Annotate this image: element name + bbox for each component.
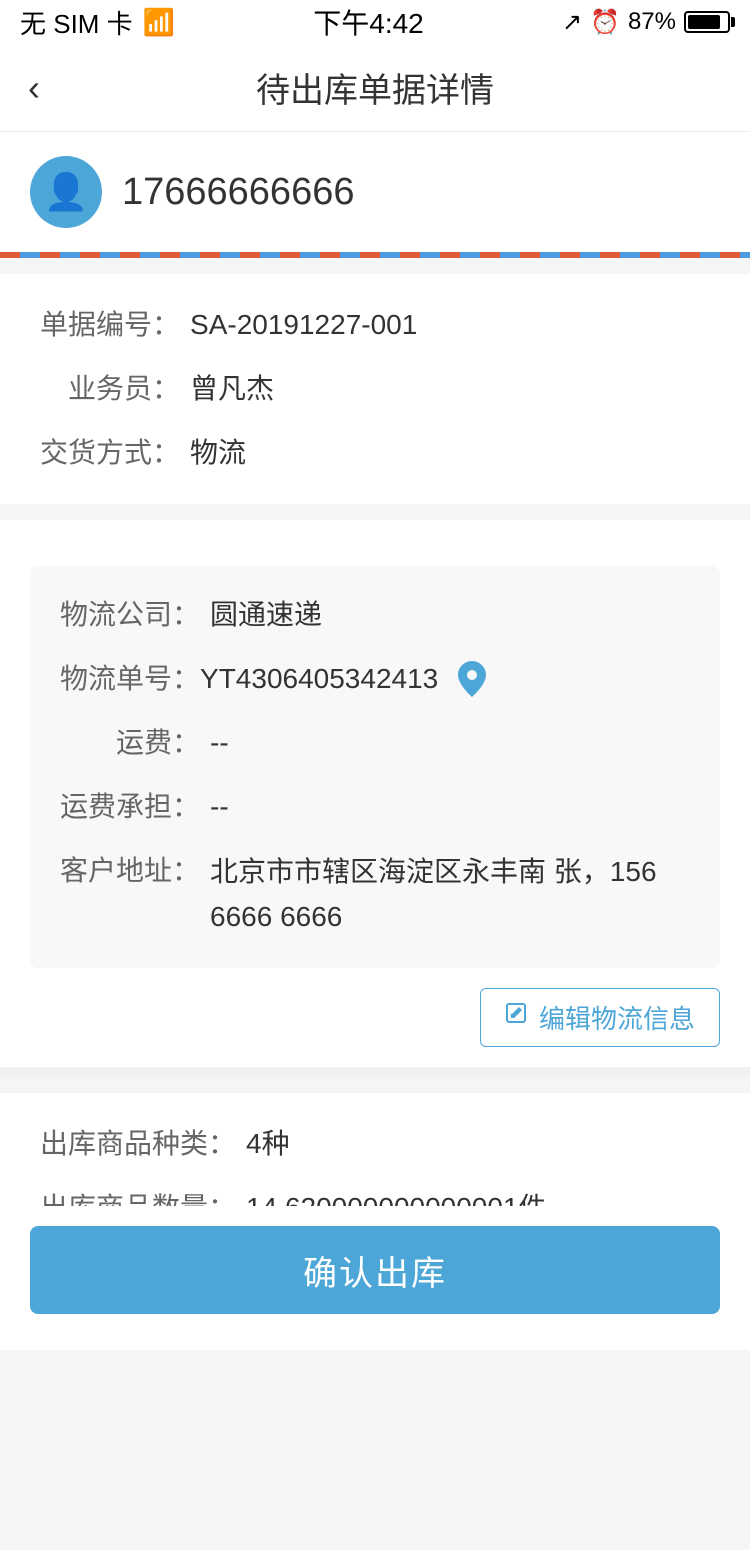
- alarm-icon: ⏰: [590, 8, 620, 37]
- logistics-company-label: 物流公司：: [60, 594, 200, 636]
- freight-label: 运费：: [60, 722, 200, 764]
- wifi-icon: 📶: [143, 7, 175, 38]
- location-icon: ↗: [562, 8, 582, 37]
- status-left: 无 SIM 卡 📶: [20, 4, 175, 41]
- user-header: 👤 17666666666: [0, 132, 750, 252]
- freight-bearer-label: 运费承担：: [60, 786, 200, 828]
- back-button[interactable]: ‹: [28, 67, 40, 109]
- edit-logistics-button[interactable]: 编辑物流信息: [480, 988, 720, 1047]
- item-types-label: 出库商品种类：: [40, 1123, 236, 1165]
- address-label: 客户地址：: [60, 850, 200, 892]
- battery-percentage: 87%: [628, 8, 676, 36]
- tracking-number: YT4306405342413: [200, 658, 438, 700]
- battery-fill: [688, 15, 720, 29]
- dashed-divider: [0, 252, 750, 258]
- confirm-stock-out-button[interactable]: 确认出库: [30, 1226, 720, 1314]
- confirm-btn-area: 确认出库: [0, 1206, 750, 1334]
- edit-btn-row: 编辑物流信息: [30, 968, 720, 1057]
- tracking-row: 物流单号： YT4306405342413: [60, 658, 690, 700]
- freight-bearer-value: --: [210, 786, 690, 828]
- map-pin-icon[interactable]: [454, 661, 490, 697]
- section-separator: [0, 1067, 750, 1077]
- edit-logistics-label: 编辑物流信息: [539, 999, 695, 1036]
- delivery-method-row: 交货方式： 物流: [40, 432, 710, 474]
- freight-value: --: [210, 722, 690, 764]
- status-time: 下午4:42: [313, 2, 424, 42]
- carrier-label: 无 SIM 卡: [20, 4, 133, 41]
- tracking-label: 物流单号：: [60, 658, 200, 700]
- battery-indicator: [684, 11, 730, 33]
- avatar: 👤: [30, 156, 102, 228]
- logistics-card: 物流公司： 圆通速递 物流单号： YT4306405342413 运费： -- …: [30, 566, 720, 968]
- delivery-method-label: 交货方式：: [40, 432, 180, 474]
- item-types-value: 4种: [246, 1123, 710, 1165]
- address-value: 北京市市辖区海淀区永丰南 张，156 6666 6666: [210, 850, 690, 940]
- user-phone: 17666666666: [122, 171, 354, 214]
- sales-person-value: 曾凡杰: [190, 368, 710, 410]
- avatar-icon: 👤: [44, 171, 89, 213]
- empty-space: [0, 1350, 750, 1550]
- order-number-value: SA-20191227-001: [190, 304, 710, 346]
- order-number-row: 单据编号： SA-20191227-001: [40, 304, 710, 346]
- sales-person-label: 业务员：: [40, 368, 180, 410]
- freight-bearer-row: 运费承担： --: [60, 786, 690, 828]
- item-types-row: 出库商品种类： 4种: [40, 1123, 710, 1165]
- freight-row: 运费： --: [60, 722, 690, 764]
- status-right: ↗ ⏰ 87%: [562, 8, 730, 37]
- logistics-company-value: 圆通速递: [210, 594, 690, 636]
- nav-bar: ‹ 待出库单据详情: [0, 44, 750, 132]
- delivery-method-value: 物流: [190, 432, 710, 474]
- edit-icon: [505, 1002, 529, 1033]
- status-bar: 无 SIM 卡 📶 下午4:42 ↗ ⏰ 87%: [0, 0, 750, 44]
- sales-person-row: 业务员： 曾凡杰: [40, 368, 710, 410]
- order-number-label: 单据编号：: [40, 304, 180, 346]
- logistics-section: 物流公司： 圆通速递 物流单号： YT4306405342413 运费： -- …: [0, 520, 750, 1067]
- order-info-section: 单据编号： SA-20191227-001 业务员： 曾凡杰 交货方式： 物流: [0, 274, 750, 504]
- address-row: 客户地址： 北京市市辖区海淀区永丰南 张，156 6666 6666: [60, 850, 690, 940]
- page-title: 待出库单据详情: [256, 63, 494, 112]
- logistics-company-row: 物流公司： 圆通速递: [60, 594, 690, 636]
